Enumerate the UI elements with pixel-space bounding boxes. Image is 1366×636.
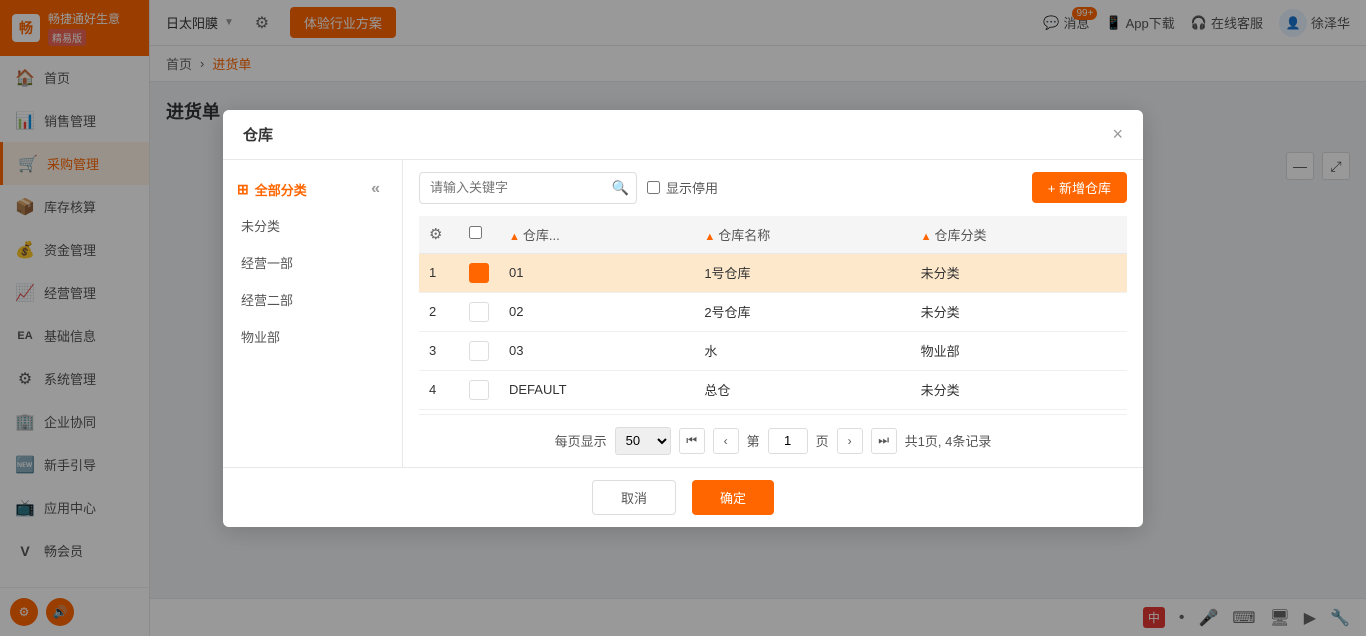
row-code: 02	[499, 292, 694, 331]
gear-icon: ⚙	[429, 226, 442, 243]
table-row[interactable]: 3 03 水 物业部	[419, 331, 1127, 370]
warehouse-modal: 仓库 × ⊞ 全部分类 « 未分类	[223, 110, 1143, 527]
search-input[interactable]	[419, 172, 637, 204]
show-disabled-text: 显示停用	[666, 178, 718, 197]
main-content: 日太阳膜 ▼ ⚙ 体验行业方案 💬 消息 99+ 📱 App下载 🎧 在线客服 …	[150, 0, 1366, 636]
page-size-select[interactable]: 50 100 200	[615, 427, 671, 455]
warehouse-table: ⚙ ▲仓库... ▲仓库名称 ▲仓库分类 1 01	[419, 216, 1127, 410]
confirm-button[interactable]: 确定	[692, 480, 774, 515]
row-code: 03	[499, 331, 694, 370]
th-code: ▲仓库...	[499, 216, 694, 254]
select-all-checkbox[interactable]	[469, 226, 482, 239]
row-checkbox[interactable]	[459, 253, 499, 292]
category-item-dept2[interactable]: 经营二部	[223, 281, 402, 318]
row-category: 未分类	[911, 292, 1127, 331]
row-category: 未分类	[911, 253, 1127, 292]
row-checkbox[interactable]	[459, 292, 499, 331]
new-warehouse-btn[interactable]: + 新增仓库	[1032, 172, 1127, 203]
search-wrap: 🔍	[419, 172, 637, 204]
row-num: 4	[419, 370, 459, 409]
row-name: 1号仓库	[694, 253, 910, 292]
sort-icon: ▲	[509, 231, 520, 243]
row-num: 2	[419, 292, 459, 331]
row-code: DEFAULT	[499, 370, 694, 409]
modal-body: ⊞ 全部分类 « 未分类 经营一部 经营二部 物业部	[223, 160, 1143, 467]
content-panel: 🔍 显示停用 + 新增仓库	[403, 160, 1143, 467]
row-category: 未分类	[911, 370, 1127, 409]
prev-page-btn[interactable]: ‹	[713, 428, 739, 454]
category-panel: ⊞ 全部分类 « 未分类 经营一部 经营二部 物业部	[223, 160, 403, 467]
modal-title: 仓库	[243, 124, 273, 145]
th-name: ▲仓库名称	[694, 216, 910, 254]
row-num: 1	[419, 253, 459, 292]
collapse-icon[interactable]: «	[363, 180, 388, 198]
row-code: 01	[499, 253, 694, 292]
row-name: 总仓	[694, 370, 910, 409]
category-item-unclassified[interactable]: 未分类	[223, 207, 402, 244]
modal-overlay: 仓库 × ⊞ 全部分类 « 未分类	[150, 82, 1366, 598]
sort-icon-name: ▲	[704, 231, 715, 243]
page-number-input[interactable]	[768, 428, 808, 454]
table: ⚙ ▲仓库... ▲仓库名称 ▲仓库分类 1 01	[419, 216, 1127, 410]
search-icon: 🔍	[612, 179, 629, 196]
table-row[interactable]: 1 01 1号仓库 未分类	[419, 253, 1127, 292]
sort-icon-cat: ▲	[921, 231, 932, 243]
category-header[interactable]: ⊞ 全部分类 «	[223, 172, 402, 207]
table-header-row: ⚙ ▲仓库... ▲仓库名称 ▲仓库分类	[419, 216, 1127, 254]
page-unit: 页	[816, 431, 829, 450]
table-row[interactable]: 4 DEFAULT 总仓 未分类	[419, 370, 1127, 409]
row-name: 2号仓库	[694, 292, 910, 331]
modal-header: 仓库 ×	[223, 110, 1143, 160]
show-disabled-checkbox[interactable]	[647, 181, 660, 194]
total-info: 共1页, 4条记录	[905, 431, 992, 450]
modal-toolbar: 🔍 显示停用 + 新增仓库	[419, 172, 1127, 204]
first-page-btn[interactable]: ⏮	[679, 428, 705, 454]
show-disabled-label[interactable]: 显示停用	[647, 178, 718, 197]
row-checkbox[interactable]	[459, 331, 499, 370]
page-label-text: 第	[747, 431, 760, 450]
category-item-dept1[interactable]: 经营一部	[223, 244, 402, 281]
next-page-btn[interactable]: ›	[837, 428, 863, 454]
row-category: 物业部	[911, 331, 1127, 370]
th-checkbox	[459, 216, 499, 254]
last-page-btn[interactable]: ⏭	[871, 428, 897, 454]
per-page-label: 每页显示	[555, 431, 607, 450]
category-item-property[interactable]: 物业部	[223, 318, 402, 355]
modal-footer: 取消 确定	[223, 467, 1143, 527]
th-gear: ⚙	[419, 216, 459, 254]
cancel-button[interactable]: 取消	[592, 480, 676, 515]
modal-close-btn[interactable]: ×	[1112, 125, 1123, 143]
table-row[interactable]: 2 02 2号仓库 未分类	[419, 292, 1127, 331]
th-category: ▲仓库分类	[911, 216, 1127, 254]
row-num: 3	[419, 331, 459, 370]
pagination: 每页显示 50 100 200 ⏮ ‹ 第 页 ›	[419, 414, 1127, 467]
row-checkbox[interactable]	[459, 370, 499, 409]
page-area: 进货单 — ⤢ 仓库 × ⊞	[150, 82, 1366, 598]
grid-icon: ⊞	[237, 181, 249, 198]
category-header-label: 全部分类	[255, 180, 307, 199]
table-body: 1 01 1号仓库 未分类 2 02 2号仓库 未分类 3 03 水 物业部 4…	[419, 253, 1127, 409]
row-name: 水	[694, 331, 910, 370]
